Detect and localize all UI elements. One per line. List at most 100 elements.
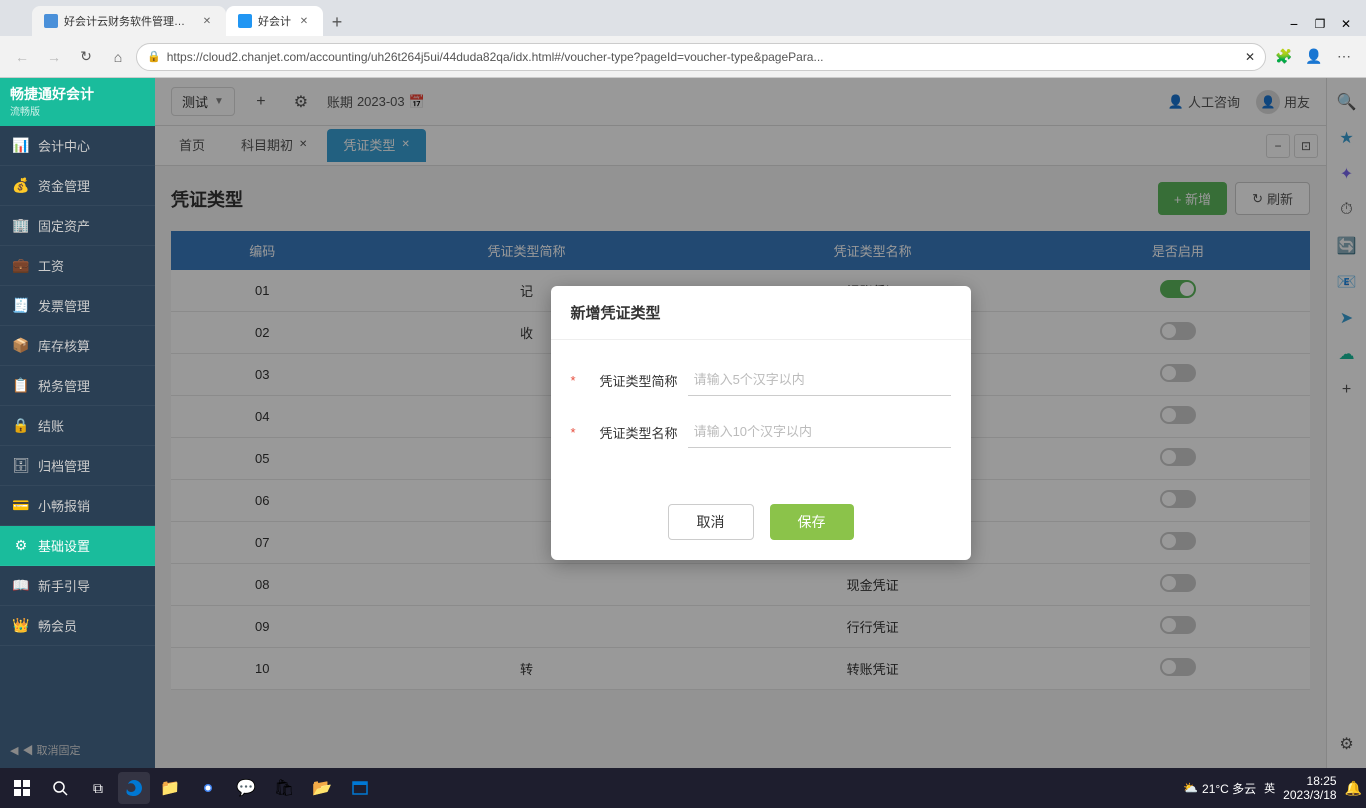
sidebar-label-guide: 新手引导	[38, 576, 90, 595]
files-taskbar[interactable]: 📂	[304, 770, 340, 806]
browser-tab-2[interactable]: 好会计 ✕	[226, 6, 323, 36]
required-star-name: *	[571, 425, 576, 440]
sidebar-label-salary: 工资	[38, 256, 64, 275]
sidebar-icon-inventory: 📦	[12, 336, 30, 354]
sidebar-item-member[interactable]: 👑 畅会员	[0, 606, 155, 646]
sidebar-label-invoice: 发票管理	[38, 296, 90, 315]
modal-body: * 凭证类型简称 * 凭证类型名称	[551, 340, 971, 492]
sidebar-icon-salary: 💼	[12, 256, 30, 274]
browser-tab-1[interactable]: 好会计云财务软件管理系统_会计 ✕	[32, 6, 226, 36]
reload-button[interactable]: ↻	[72, 43, 100, 71]
maximize-button[interactable]: ❐	[1308, 12, 1332, 36]
tab-close-1[interactable]: ✕	[200, 14, 214, 28]
logo-text: 畅捷通好会计	[10, 86, 94, 103]
sidebar-unpin[interactable]: ◀ ◀ 取消固定	[0, 732, 155, 768]
sidebar-label-inventory: 库存核算	[38, 336, 90, 355]
sidebar-icon-member: 👑	[12, 616, 30, 634]
explorer-taskbar[interactable]: 📁	[152, 770, 188, 806]
minimize-button[interactable]: −	[1282, 12, 1306, 36]
taskbar-right: ⛅ 21°C 多云 英 18:25 2023/3/18 🔔	[1183, 774, 1362, 802]
back-button[interactable]: ←	[8, 43, 36, 71]
voucher-name-input[interactable]	[688, 416, 951, 448]
address-refresh-icon: ✕	[1245, 50, 1255, 64]
notification-icon[interactable]: 🔔	[1345, 780, 1362, 797]
tab-bar: 好会计云财务软件管理系统_会计 ✕ 好会计 ✕ + − ❐ ✕	[0, 0, 1366, 36]
profile-button[interactable]: 👤	[1300, 43, 1328, 71]
sidebar-item-expense[interactable]: 💳 小畅报销	[0, 486, 155, 526]
more-button[interactable]: ⋯	[1330, 43, 1358, 71]
form-row-name: * 凭证类型名称	[571, 416, 951, 448]
extensions-button[interactable]: 🧩	[1270, 43, 1298, 71]
sidebar-item-settings[interactable]: ⚙ 基础设置	[0, 526, 155, 566]
time-display: 18:25	[1283, 774, 1336, 788]
sidebar-icon-assets: 💰	[12, 176, 30, 194]
new-tab-button[interactable]: +	[323, 8, 351, 36]
search-taskbar-button[interactable]	[42, 770, 78, 806]
required-star-short: *	[571, 373, 576, 388]
task-view-button[interactable]: ⧉	[80, 770, 116, 806]
address-bar[interactable]: 🔒 https://cloud2.chanjet.com/accounting/…	[136, 43, 1266, 71]
unpin-icon: ◀	[10, 744, 18, 757]
sidebar-item-salary[interactable]: 💼 工资	[0, 246, 155, 286]
url-text: https://cloud2.chanjet.com/accounting/uh…	[167, 50, 1239, 64]
sidebar-item-dashboard[interactable]: 📊 会计中心	[0, 126, 155, 166]
sidebar-label-assets: 资金管理	[38, 176, 90, 195]
tab-title-2: 好会计	[258, 13, 291, 29]
start-button[interactable]	[4, 770, 40, 806]
modal-footer: 取消 保存	[551, 492, 971, 560]
taskbar-time: 18:25 2023/3/18	[1283, 774, 1336, 802]
sidebar-icon-expense: 💳	[12, 496, 30, 514]
sidebar-item-close[interactable]: 🔒 结账	[0, 406, 155, 446]
forward-button[interactable]: →	[40, 43, 68, 71]
sidebar-icon-close: 🔒	[12, 416, 30, 434]
sidebar-item-archive[interactable]: 🗄 归档管理	[0, 446, 155, 486]
home-button[interactable]: ⌂	[104, 43, 132, 71]
weather-icon: ⛅	[1183, 781, 1198, 795]
sidebar-icon-guide: 📖	[12, 576, 30, 594]
sidebar-icon-invoice: 🧾	[12, 296, 30, 314]
sidebar-item-guide[interactable]: 📖 新手引导	[0, 566, 155, 606]
short-name-input[interactable]	[688, 364, 951, 396]
logo-sub: 流畅版	[10, 103, 94, 118]
weather-text: 21°C 多云	[1202, 780, 1256, 797]
modal-overlay: 新增凭证类型 * 凭证类型简称 * 凭证类型名称 取消 保存	[155, 78, 1366, 768]
sidebar-item-assets[interactable]: 💰 资金管理	[0, 166, 155, 206]
edge-app[interactable]	[118, 772, 150, 804]
form-row-short: * 凭证类型简称	[571, 364, 951, 396]
sidebar-items-container: 📊 会计中心 💰 资金管理 🏢 固定资产 💼 工资 🧾 发票管理 📦 库存核算 …	[0, 126, 155, 646]
wechat-taskbar[interactable]: 💬	[228, 770, 264, 806]
date-display: 2023/3/18	[1283, 788, 1336, 802]
store-taskbar[interactable]: 🛍	[266, 770, 302, 806]
browser-chrome: 好会计云财务软件管理系统_会计 ✕ 好会计 ✕ + − ❐ ✕ ← → ↻ ⌂ …	[0, 0, 1366, 78]
cancel-button[interactable]: 取消	[668, 504, 754, 540]
lock-icon: 🔒	[147, 50, 161, 63]
sidebar-icon-settings: ⚙	[12, 536, 30, 554]
sidebar-label-fixed: 固定资产	[38, 216, 90, 235]
sidebar-item-inventory[interactable]: 📦 库存核算	[0, 326, 155, 366]
browser-actions: 🧩 👤 ⋯	[1270, 43, 1358, 71]
sidebar-item-invoice[interactable]: 🧾 发票管理	[0, 286, 155, 326]
sidebar-icon-fixed: 🏢	[12, 216, 30, 234]
lang-indicator: 英	[1264, 780, 1275, 796]
modal-header: 新增凭证类型	[551, 286, 971, 340]
sidebar-label-settings: 基础设置	[38, 536, 90, 555]
unpin-label: ◀ 取消固定	[22, 742, 80, 758]
sidebar-item-fixed[interactable]: 🏢 固定资产	[0, 206, 155, 246]
sidebar-item-tax[interactable]: 📋 税务管理	[0, 366, 155, 406]
browser-controls: ← → ↻ ⌂ 🔒 https://cloud2.chanjet.com/acc…	[0, 36, 1366, 78]
save-button[interactable]: 保存	[770, 504, 854, 540]
tab-close-2[interactable]: ✕	[297, 14, 311, 28]
chrome-taskbar[interactable]	[190, 770, 226, 806]
sidebar-label-tax: 税务管理	[38, 376, 90, 395]
sidebar-label-archive: 归档管理	[38, 456, 90, 475]
sidebar-icon-tax: 📋	[12, 376, 30, 394]
sidebar: 畅捷通好会计 流畅版 📊 会计中心 💰 资金管理 🏢 固定资产 💼 工资 🧾 发…	[0, 78, 155, 768]
close-button[interactable]: ✕	[1334, 12, 1358, 36]
sidebar-label-member: 畅会员	[38, 616, 77, 635]
tab-title-1: 好会计云财务软件管理系统_会计	[64, 13, 194, 29]
sidebar-label-dashboard: 会计中心	[38, 136, 90, 155]
sidebar-logo: 畅捷通好会计 流畅版	[0, 78, 155, 126]
browser2-taskbar[interactable]	[342, 770, 378, 806]
sidebar-icon-dashboard: 📊	[12, 136, 30, 154]
form-label-name: 凭证类型名称	[588, 423, 678, 442]
